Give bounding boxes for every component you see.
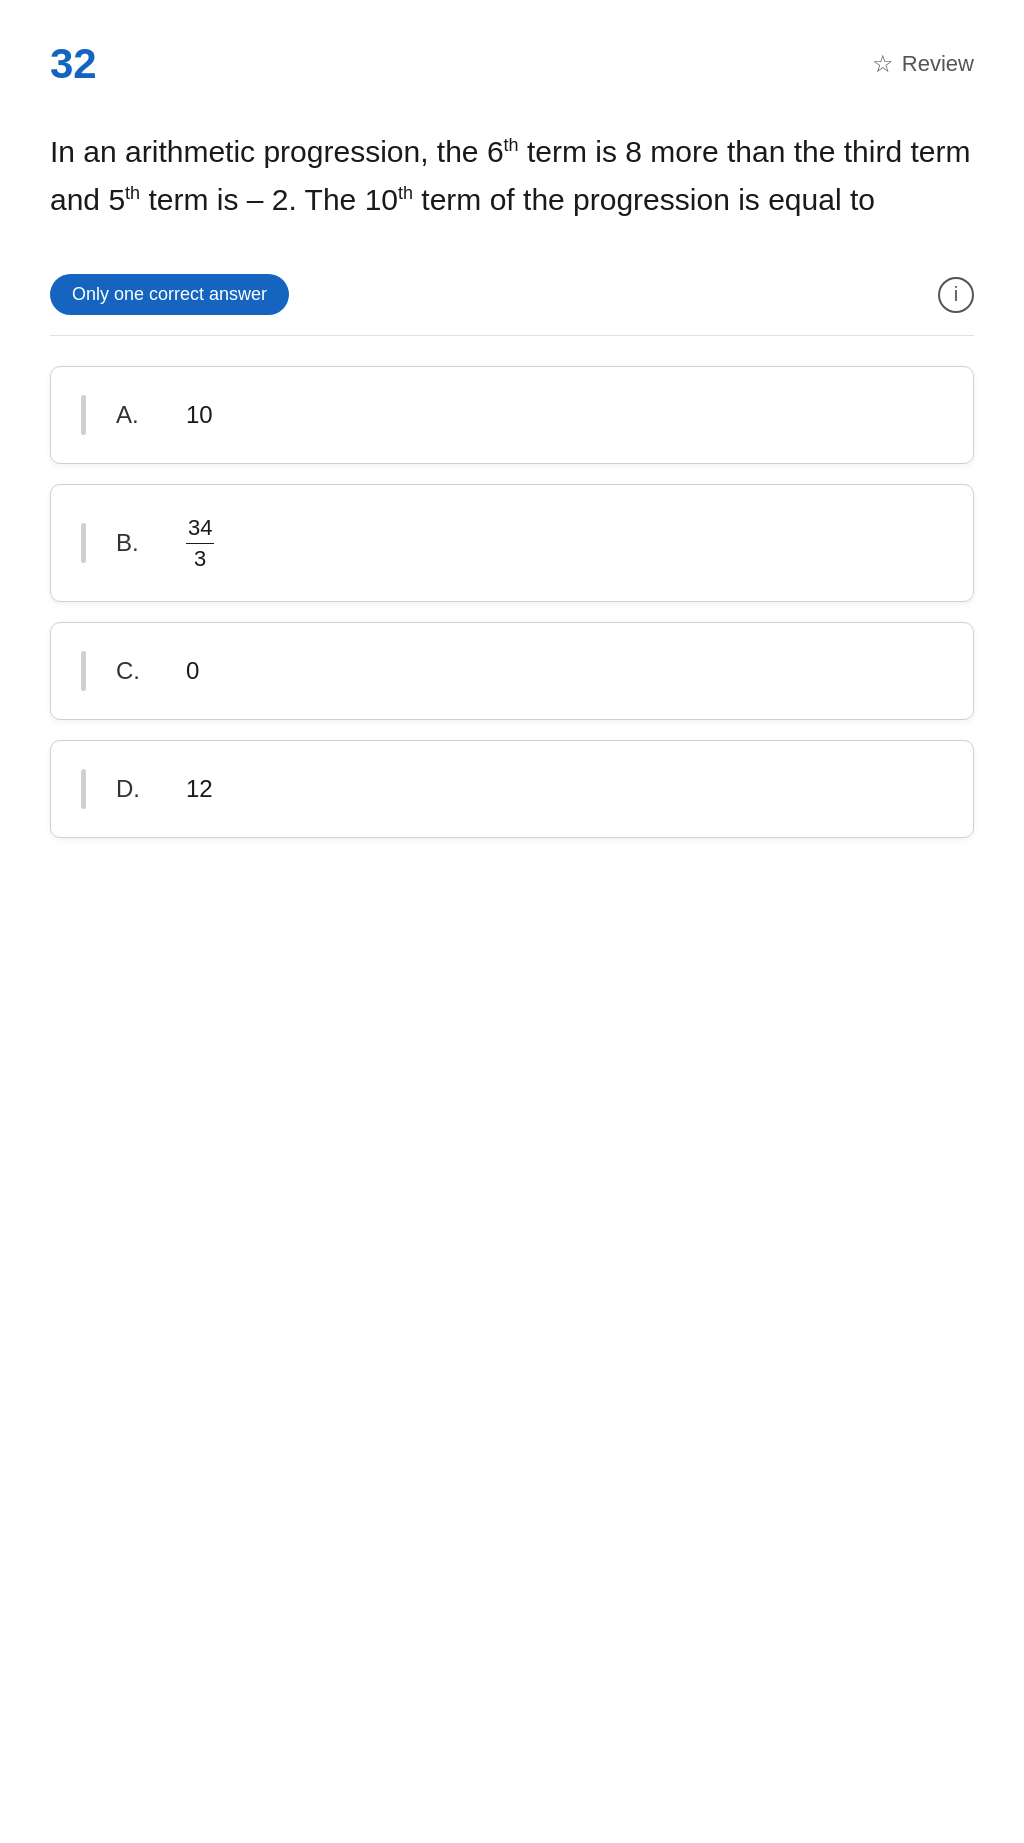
fraction-b: 34 3 xyxy=(186,515,214,573)
option-d[interactable]: D. 12 xyxy=(50,740,974,838)
star-icon: ☆ xyxy=(872,50,894,78)
option-b[interactable]: B. 34 3 xyxy=(50,484,974,602)
option-label-c: C. xyxy=(116,657,156,685)
option-bar-a xyxy=(81,395,86,435)
info-icon[interactable]: i xyxy=(938,277,974,313)
option-bar-d xyxy=(81,769,86,809)
fraction-numerator-b: 34 xyxy=(186,515,214,544)
question-text: In an arithmetic progression, the 6th te… xyxy=(50,128,974,224)
question-number: 32 xyxy=(50,40,97,88)
option-value-a: 10 xyxy=(186,401,213,429)
option-c[interactable]: C. 0 xyxy=(50,622,974,720)
options-list: A. 10 B. 34 3 C. 0 D. 12 xyxy=(50,366,974,838)
option-bar-b xyxy=(81,523,86,563)
review-label: Review xyxy=(902,51,974,77)
review-button[interactable]: ☆ Review xyxy=(872,50,974,78)
fraction-denominator-b: 3 xyxy=(192,544,208,572)
option-bar-c xyxy=(81,651,86,691)
option-a[interactable]: A. 10 xyxy=(50,366,974,464)
option-label-b: B. xyxy=(116,529,156,557)
option-label-d: D. xyxy=(116,775,156,803)
answer-type-badge: Only one correct answer xyxy=(50,274,289,315)
option-value-b: 34 3 xyxy=(186,513,214,573)
option-label-a: A. xyxy=(116,401,156,429)
divider xyxy=(50,335,974,336)
option-value-d: 12 xyxy=(186,775,213,803)
option-value-c: 0 xyxy=(186,657,199,685)
